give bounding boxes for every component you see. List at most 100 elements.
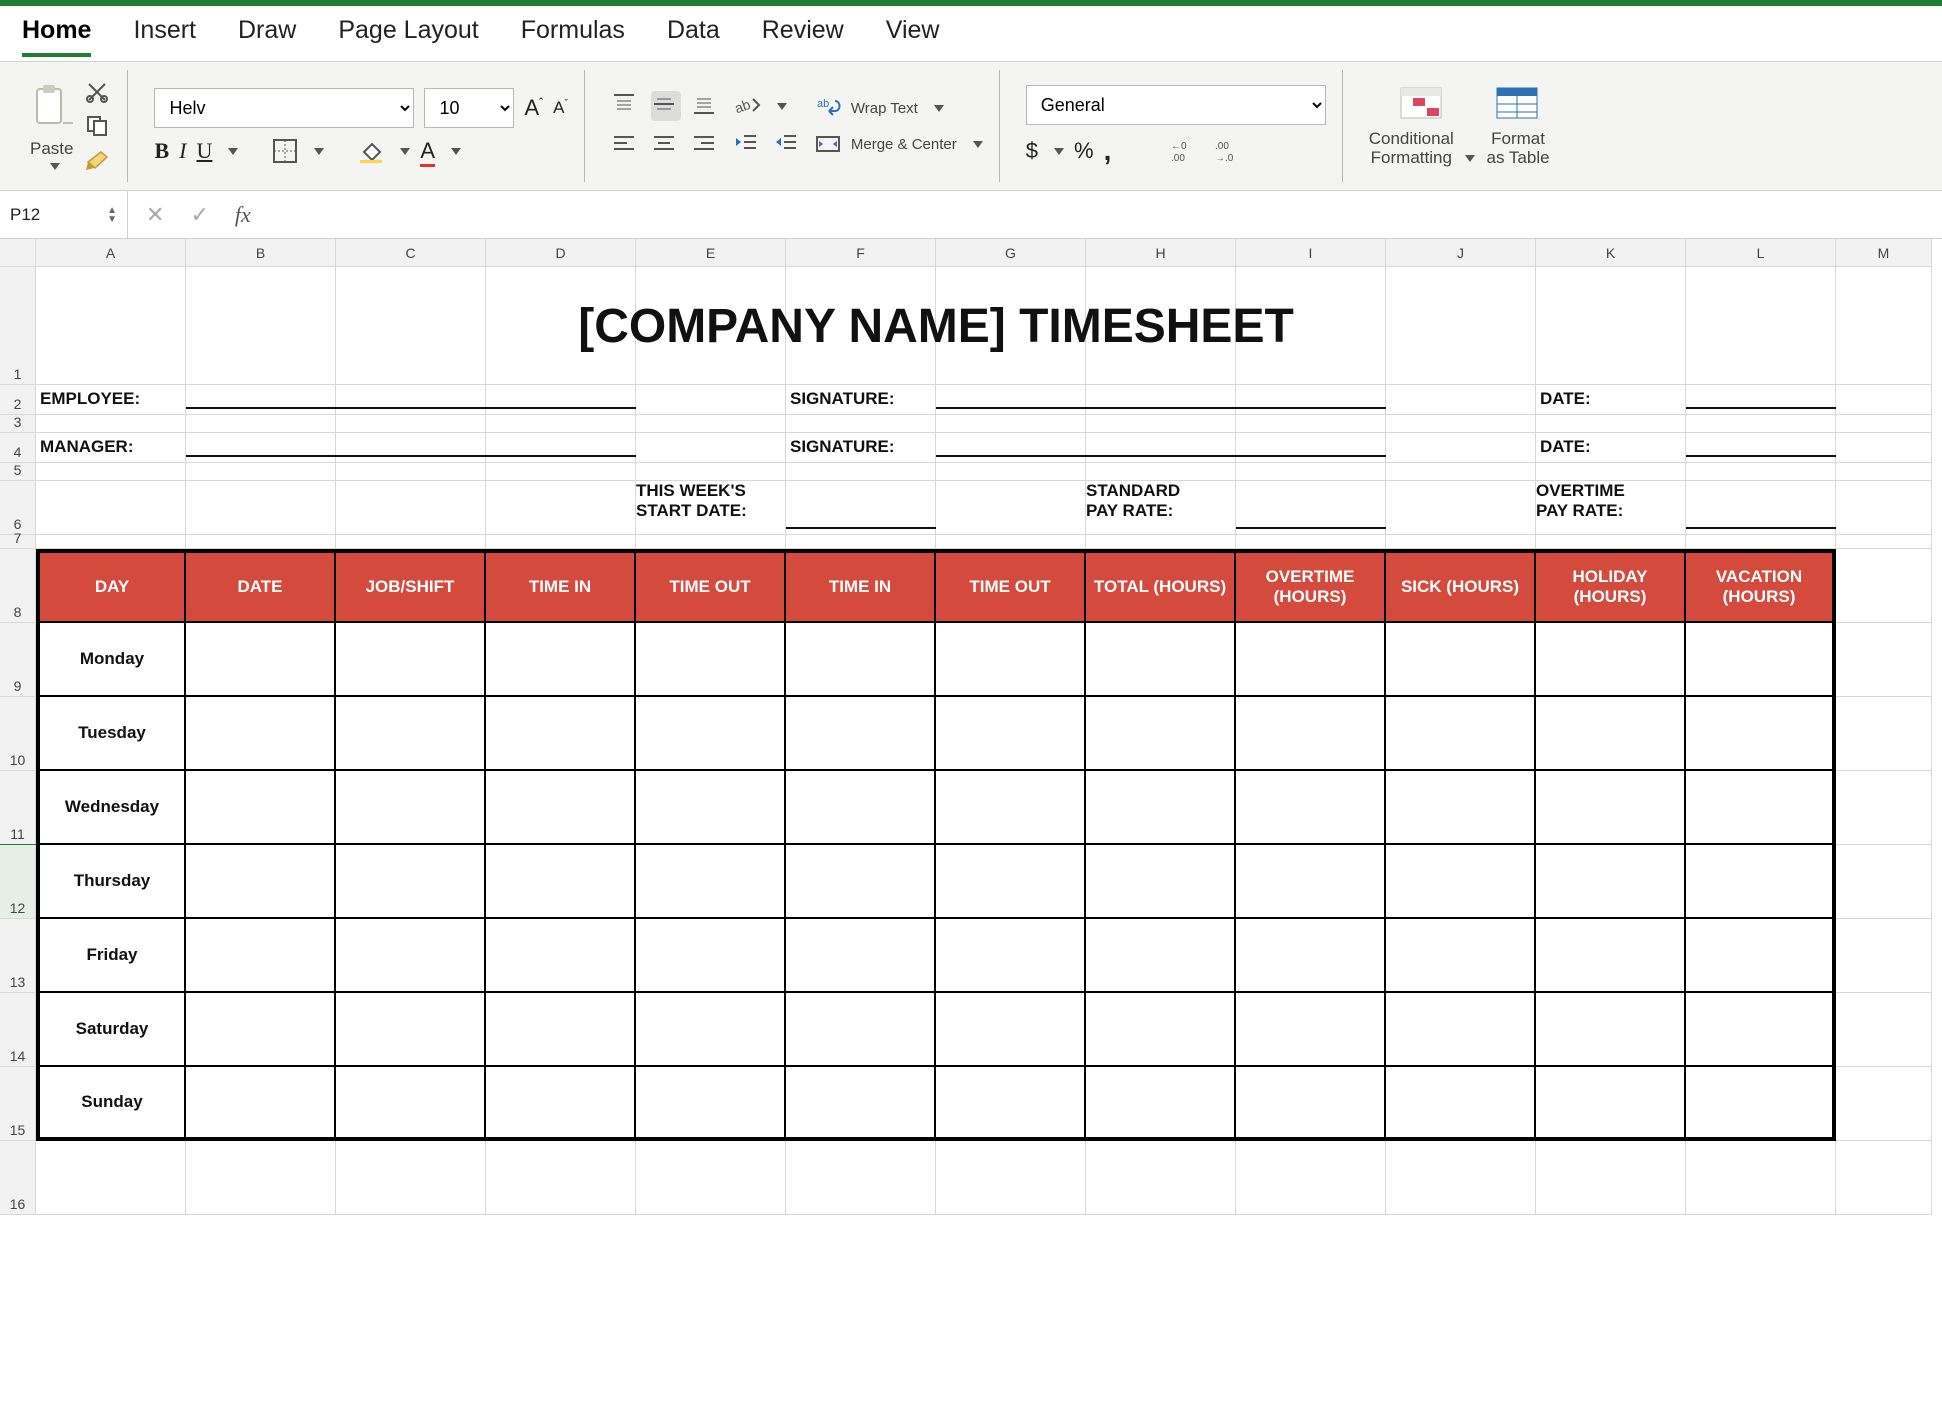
cell[interactable] [1836, 385, 1932, 415]
data-cell[interactable] [336, 623, 486, 695]
data-cell[interactable] [486, 771, 636, 843]
col-header-d[interactable]: D [486, 239, 636, 267]
merge-center-button[interactable]: Merge & Center [851, 136, 957, 153]
comma-format-icon[interactable]: , [1104, 135, 1112, 167]
row-header-1[interactable]: 1 [0, 267, 36, 385]
paste-dropdown-icon[interactable] [50, 163, 60, 170]
orientation-icon[interactable]: ab [733, 93, 761, 119]
data-cell[interactable] [1236, 623, 1386, 695]
accounting-format-icon[interactable]: $ [1026, 138, 1038, 164]
data-cell[interactable] [186, 1067, 336, 1137]
row-header-15[interactable]: 15 [0, 1067, 36, 1141]
data-cell[interactable] [1086, 1067, 1236, 1137]
data-cell[interactable] [636, 623, 786, 695]
cell[interactable] [486, 463, 636, 481]
tab-home[interactable]: Home [22, 16, 91, 57]
tab-review[interactable]: Review [762, 16, 844, 57]
cell[interactable] [1836, 993, 1932, 1067]
increase-indent-icon[interactable] [773, 129, 803, 159]
col-header-b[interactable]: B [186, 239, 336, 267]
col-header-c[interactable]: C [336, 239, 486, 267]
cell[interactable] [1086, 1141, 1236, 1215]
row-header-6[interactable]: 6 [0, 481, 36, 535]
align-center-icon[interactable] [651, 131, 681, 161]
cell[interactable] [1086, 415, 1236, 433]
data-cell[interactable] [936, 697, 1086, 769]
row-header-4[interactable]: 4 [0, 433, 36, 463]
cell[interactable] [1836, 535, 1932, 549]
row-header-3[interactable]: 3 [0, 415, 36, 433]
day-cell[interactable]: Wednesday [36, 771, 186, 843]
data-cell[interactable] [186, 919, 336, 991]
paste-label[interactable]: Paste [30, 139, 73, 159]
data-cell[interactable] [936, 919, 1086, 991]
cell[interactable] [486, 1141, 636, 1215]
cancel-formula-icon[interactable]: ✕ [146, 202, 164, 228]
data-cell[interactable] [636, 697, 786, 769]
cell[interactable] [186, 481, 336, 535]
data-cell[interactable] [1086, 697, 1236, 769]
format-as-table-label[interactable]: Formatas Table [1487, 130, 1550, 167]
data-cell[interactable] [186, 993, 336, 1065]
cell[interactable] [786, 1141, 936, 1215]
cell[interactable] [1836, 919, 1932, 993]
decrease-font-icon[interactable]: Aˇ [553, 98, 568, 118]
cell[interactable] [936, 415, 1086, 433]
date-field-1[interactable] [1686, 385, 1836, 409]
row-header-11[interactable]: 11 [0, 771, 36, 845]
cell[interactable] [1536, 463, 1686, 481]
cell[interactable] [336, 415, 486, 433]
cell[interactable] [936, 1141, 1086, 1215]
data-cell[interactable] [1236, 845, 1386, 917]
col-header-a[interactable]: A [36, 239, 186, 267]
col-header-j[interactable]: J [1386, 239, 1536, 267]
data-cell[interactable] [336, 1067, 486, 1137]
row-header-12[interactable]: 12 [0, 845, 36, 919]
cell[interactable] [786, 463, 936, 481]
data-cell[interactable] [636, 993, 786, 1065]
decrease-indent-icon[interactable] [733, 129, 763, 159]
accounting-dropdown-icon[interactable] [1054, 148, 1064, 155]
cell[interactable] [1386, 1141, 1536, 1215]
data-cell[interactable] [486, 993, 636, 1065]
col-header-k[interactable]: K [1536, 239, 1686, 267]
wrap-text-dropdown-icon[interactable] [934, 105, 944, 112]
data-cell[interactable] [786, 771, 936, 843]
cell[interactable] [336, 535, 486, 549]
cell[interactable] [36, 481, 186, 535]
manager-field[interactable] [186, 433, 636, 457]
data-cell[interactable] [186, 697, 336, 769]
data-cell[interactable] [1386, 993, 1536, 1065]
data-cell[interactable] [1236, 697, 1386, 769]
sheet-body[interactable]: // placeholder: grid generated below aft… [36, 267, 1942, 1215]
cell[interactable] [486, 535, 636, 549]
cell[interactable] [36, 415, 186, 433]
cell[interactable] [1536, 535, 1686, 549]
row-header-13[interactable]: 13 [0, 919, 36, 993]
row-header-9[interactable]: 9 [0, 623, 36, 697]
data-cell[interactable] [936, 1067, 1086, 1137]
data-cell[interactable] [1536, 697, 1686, 769]
orientation-dropdown-icon[interactable] [777, 103, 787, 110]
data-cell[interactable] [486, 623, 636, 695]
cell[interactable] [1836, 549, 1932, 623]
data-cell[interactable] [336, 845, 486, 917]
data-cell[interactable] [186, 845, 336, 917]
cell[interactable] [1836, 697, 1932, 771]
data-cell[interactable] [336, 993, 486, 1065]
data-cell[interactable] [486, 697, 636, 769]
data-cell[interactable] [936, 845, 1086, 917]
fill-color-icon[interactable] [358, 138, 384, 164]
italic-button[interactable]: I [179, 138, 186, 164]
cell[interactable] [1386, 415, 1536, 433]
week-start-field[interactable] [786, 481, 936, 529]
number-format-select[interactable]: General [1026, 85, 1326, 125]
data-cell[interactable] [1086, 919, 1236, 991]
data-cell[interactable] [1536, 623, 1686, 695]
cell[interactable] [186, 463, 336, 481]
day-cell[interactable]: Saturday [36, 993, 186, 1065]
cell[interactable] [1686, 463, 1836, 481]
fill-color-dropdown-icon[interactable] [400, 148, 410, 155]
format-painter-icon[interactable] [85, 148, 111, 172]
data-cell[interactable] [1686, 993, 1836, 1065]
